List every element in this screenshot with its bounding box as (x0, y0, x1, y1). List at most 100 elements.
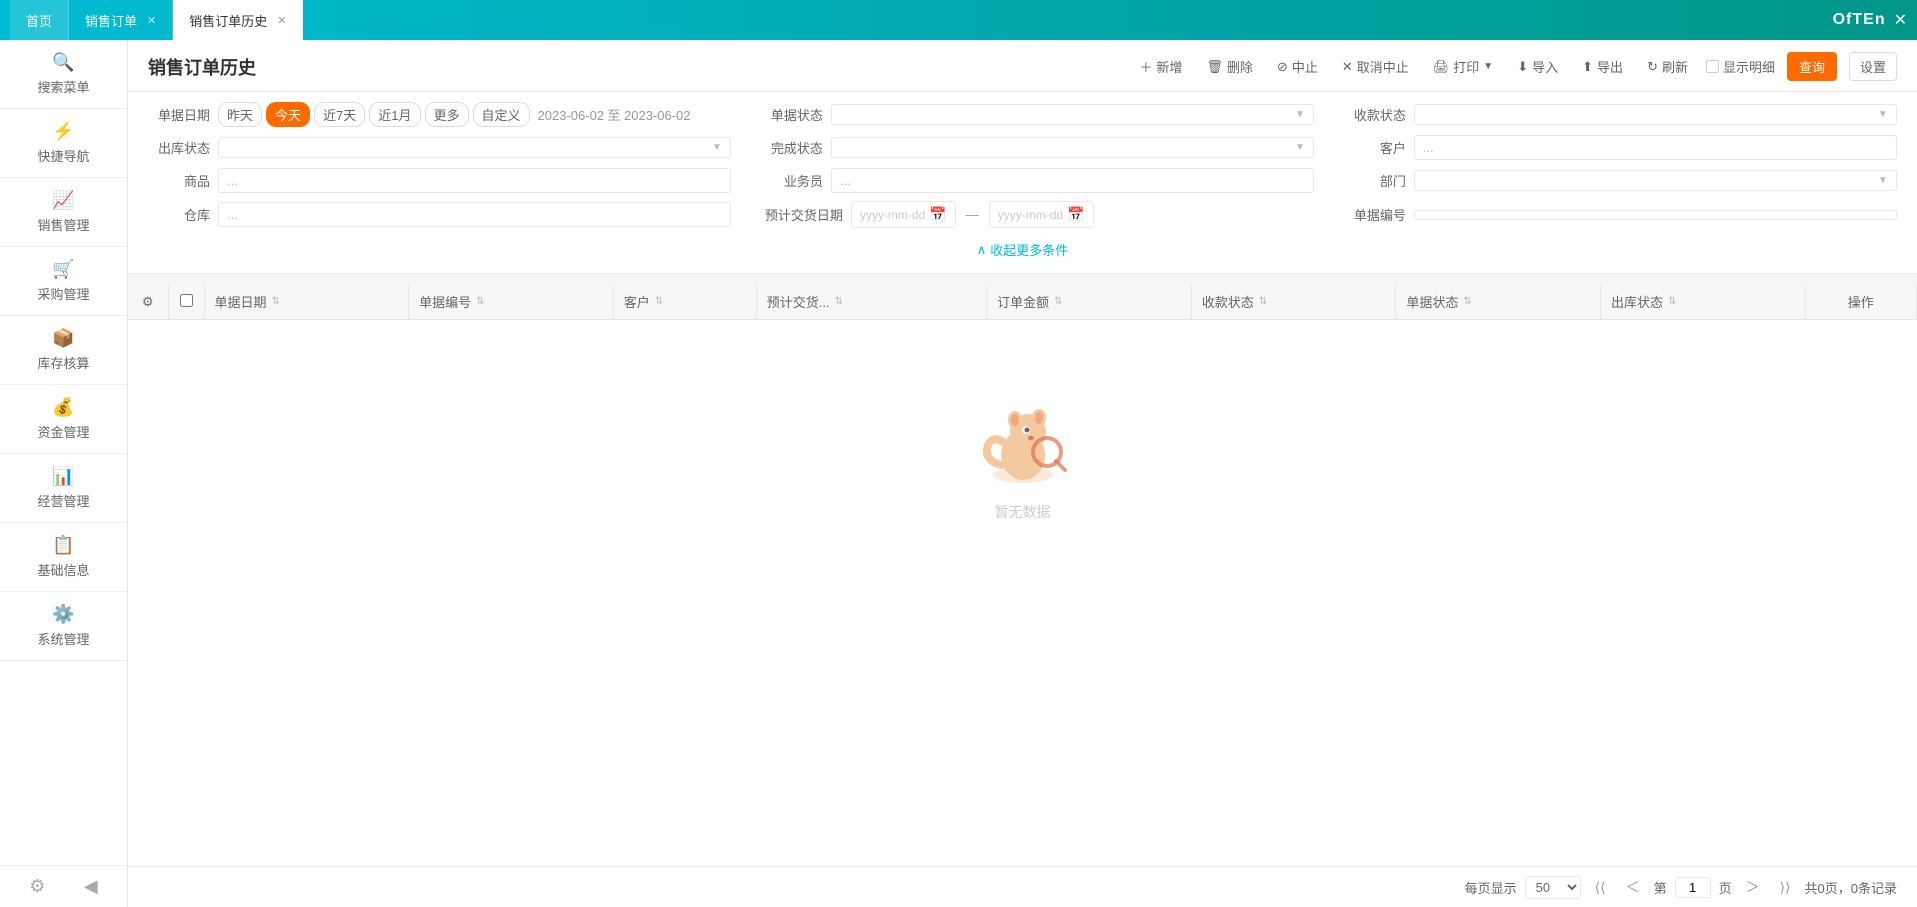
col-customer[interactable]: 客户 ⇅ (613, 284, 756, 320)
delete-button[interactable]: 🗑 删除 (1200, 53, 1259, 80)
table-footer: 每页显示 20 50 100 200 ⟨⟨ ＜ 第 页 ＞ ⟩⟩ 共0页，0条记… (128, 866, 1917, 907)
sidebar-item-sales[interactable]: 📈 销售管理 (0, 178, 127, 247)
out-status-select[interactable]: ▼ (218, 137, 731, 158)
order-sort-icon: ⇅ (1463, 296, 1471, 307)
department-label: 部门 (1344, 171, 1414, 190)
tab-sales-order-close[interactable]: ✕ (147, 14, 156, 27)
import-button[interactable]: ⬇ 导入 (1511, 53, 1564, 80)
settings-button[interactable]: 设置 (1849, 52, 1897, 81)
col-delivery[interactable]: 预计交货... ⇅ (756, 284, 986, 320)
empty-state: 暂无数据 (128, 320, 1917, 602)
warehouse-input[interactable]: ... (218, 202, 731, 227)
order-status-select[interactable]: ▼ (831, 104, 1314, 125)
filter-section-salesperson: 业务员 ... (731, 168, 1314, 193)
page-title-row: 销售订单历史 ＋ 新增 🗑 删除 ⊘ 中止 ✕ (148, 52, 1897, 91)
last-page-btn[interactable]: ⟩⟩ (1774, 877, 1797, 898)
order-no-input[interactable] (1414, 210, 1897, 220)
date-more-btn[interactable]: 更多 (425, 102, 469, 127)
table-settings-icon[interactable]: ⚙ (142, 294, 154, 309)
sidebar-bottom: ⚙ ◀ (0, 865, 127, 907)
tab-sales-order-history-close[interactable]: ✕ (277, 14, 286, 27)
delivery-date-to-val: yyyy-mm-dd (998, 208, 1063, 222)
date-7days-btn[interactable]: 近7天 (314, 102, 365, 127)
purchase-icon: 🛒 (52, 259, 74, 280)
customer-input[interactable]: ... (1414, 135, 1897, 160)
filter-section-order-no: 单据编号 (1314, 205, 1897, 224)
select-all-checkbox[interactable] (180, 294, 193, 307)
col-out-status[interactable]: 出库状态 ⇅ (1600, 284, 1805, 320)
display-detail-checkbox[interactable] (1706, 60, 1719, 73)
sidebar-item-purchase[interactable]: 🛒 采购管理 (0, 247, 127, 316)
tab-sales-order-history-label: 销售订单历史 (189, 11, 267, 30)
salesperson-dots: ... (840, 173, 851, 188)
complete-status-select[interactable]: ▼ (831, 137, 1314, 158)
search-button[interactable]: 查询 (1787, 52, 1837, 81)
sidebar-item-operations[interactable]: 📊 经营管理 (0, 454, 127, 523)
customer-label: 客户 (1344, 138, 1414, 157)
sidebar-item-quick-nav[interactable]: ⚡ 快捷导航 (0, 109, 127, 178)
date-custom-btn[interactable]: 自定义 (473, 102, 530, 127)
stop-button[interactable]: ⊘ 中止 (1271, 53, 1324, 80)
page-header: 销售订单历史 ＋ 新增 🗑 删除 ⊘ 中止 ✕ (128, 40, 1917, 92)
page-number-input[interactable] (1675, 877, 1711, 898)
page-size-select[interactable]: 20 50 100 200 (1525, 876, 1581, 899)
col-action: 操作 (1805, 284, 1916, 320)
empty-icon-container (973, 400, 1073, 490)
sidebar-item-inventory[interactable]: 📦 库存核算 (0, 316, 127, 385)
goods-input[interactable]: ... (218, 168, 731, 193)
page-size-label: 每页显示 (1465, 878, 1517, 897)
sidebar-item-search-menu[interactable]: 🔍 搜索菜单 (0, 40, 127, 109)
settings-btn-label: 设置 (1860, 57, 1886, 76)
tab-sales-order-history[interactable]: 销售订单历史 ✕ (173, 0, 303, 40)
department-select[interactable]: ▼ (1414, 170, 1897, 191)
col-amount[interactable]: 订单金额 ⇅ (987, 284, 1192, 320)
toolbar: ＋ 新增 🗑 删除 ⊘ 中止 ✕ 取消中止 (1133, 52, 1897, 81)
delivery-date-from-input[interactable]: yyyy-mm-dd 📅 (851, 201, 956, 228)
cancel-stop-button[interactable]: ✕ 取消中止 (1336, 53, 1415, 80)
date-1month-btn[interactable]: 近1月 (369, 102, 420, 127)
salesperson-input[interactable]: ... (831, 168, 1314, 193)
prev-page-btn[interactable]: ＜ (1620, 875, 1646, 899)
col-receipt-status[interactable]: 收款状态 ⇅ (1191, 284, 1396, 320)
date-today-btn[interactable]: 今天 (266, 102, 310, 127)
search-btn-label: 查询 (1799, 57, 1825, 76)
sys-mgmt-icon: ⚙️ (52, 604, 74, 625)
next-page-btn[interactable]: ＞ (1740, 875, 1766, 899)
filter-section-order-status: 单据状态 ▼ (731, 104, 1314, 125)
sidebar-item-finance[interactable]: 💰 资金管理 (0, 385, 127, 454)
top-bar: 首页 销售订单 ✕ 销售订单历史 ✕ OfTEn ✕ (0, 0, 1917, 40)
receipt-status-label: 收款状态 (1344, 105, 1414, 124)
col-order-status[interactable]: 单据状态 ⇅ (1396, 284, 1601, 320)
tab-home[interactable]: 首页 (10, 0, 69, 40)
total-text: 共0页，0条记录 (1805, 878, 1897, 897)
sidebar-settings-icon[interactable]: ⚙ (29, 876, 45, 897)
date-yesterday-btn[interactable]: 昨天 (218, 102, 262, 127)
calendar-to-icon: 📅 (1067, 206, 1084, 223)
tab-sales-order[interactable]: 销售订单 ✕ (69, 0, 173, 40)
receipt-status-select[interactable]: ▼ (1414, 104, 1897, 125)
order-status-label: 单据状态 (761, 105, 831, 124)
col-checkbox[interactable] (168, 284, 204, 320)
new-button[interactable]: ＋ 新增 (1133, 53, 1188, 80)
out-sort-icon: ⇅ (1668, 296, 1676, 307)
order-status-chevron: ▼ (1295, 109, 1305, 120)
col-settings[interactable]: ⚙ (128, 284, 168, 320)
sidebar-item-base-label: 基础信息 (37, 560, 89, 579)
refresh-button[interactable]: ↻ 刷新 (1641, 53, 1694, 80)
print-button[interactable]: 🖨 打印 ▼ (1427, 53, 1499, 80)
amount-sort-icon: ⇅ (1054, 296, 1062, 307)
stop-icon: ⊘ (1277, 59, 1288, 75)
first-page-btn[interactable]: ⟨⟨ (1589, 877, 1612, 898)
sidebar-collapse-icon[interactable]: ◀ (84, 876, 98, 897)
export-button[interactable]: ⬆ 导出 (1576, 53, 1629, 80)
sidebar-item-sys-mgmt[interactable]: ⚙️ 系统管理 (0, 592, 127, 661)
col-order-no[interactable]: 单据编号 ⇅ (409, 284, 614, 320)
sidebar-item-base-info[interactable]: 📋 基础信息 (0, 523, 127, 592)
col-date[interactable]: 单据日期 ⇅ (204, 284, 409, 320)
delivery-date-to-input[interactable]: yyyy-mm-dd 📅 (989, 201, 1094, 228)
top-close-icon[interactable]: ✕ (1894, 10, 1907, 30)
inventory-icon: 📦 (52, 328, 74, 349)
operations-icon: 📊 (52, 466, 74, 487)
display-toggle[interactable]: 显示明细 (1706, 57, 1775, 76)
collapse-button[interactable]: ∧ 收起更多条件 (148, 236, 1897, 263)
